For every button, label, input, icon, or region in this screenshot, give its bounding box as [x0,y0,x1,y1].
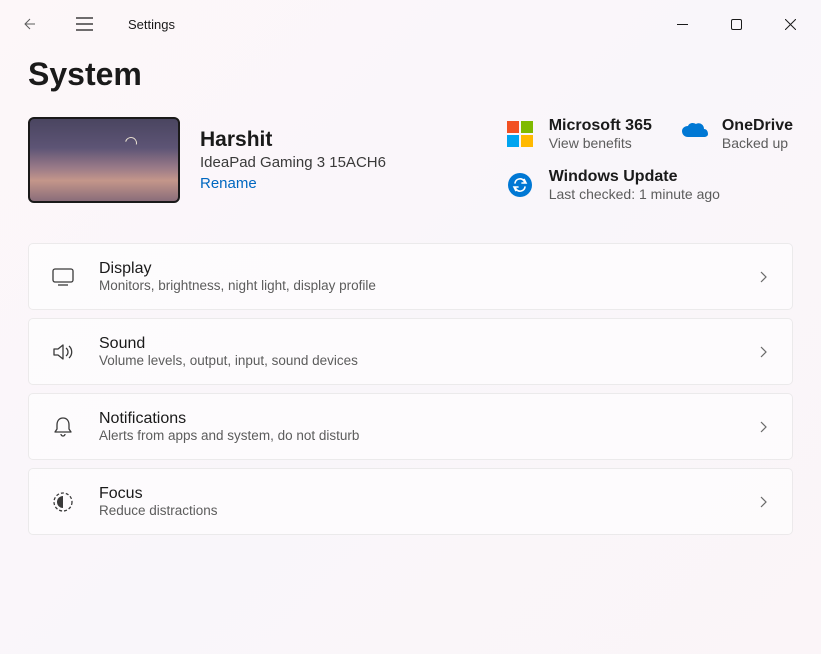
item-title: Sound [99,335,732,353]
status-title: OneDrive [722,117,793,135]
status-windows-update[interactable]: Windows Update Last checked: 1 minute ag… [507,168,793,203]
item-sub: Alerts from apps and system, do not dist… [99,428,732,443]
bell-icon [51,415,75,439]
status-onedrive[interactable]: OneDrive Backed up [680,117,793,152]
minimize-button[interactable] [659,8,705,40]
update-sync-icon [507,172,535,200]
focus-icon [51,490,75,514]
settings-item-notifications[interactable]: Notifications Alerts from apps and syste… [28,393,793,460]
chevron-right-icon [756,495,770,509]
chevron-right-icon [756,270,770,284]
status-sub: Backed up [722,135,793,151]
settings-item-sound[interactable]: Sound Volume levels, output, input, soun… [28,318,793,385]
device-name: Harshit [200,128,386,152]
display-icon [51,265,75,289]
status-title: Microsoft 365 [549,117,652,135]
titlebar: Settings [0,0,821,48]
nav-menu-button[interactable] [64,4,104,44]
close-button[interactable] [767,8,813,40]
minimize-icon [677,19,688,30]
status-microsoft-365[interactable]: Microsoft 365 View benefits [507,117,652,152]
microsoft-logo-icon [507,121,535,149]
item-sub: Reduce distractions [99,503,732,518]
item-sub: Monitors, brightness, night light, displ… [99,278,732,293]
back-arrow-icon [20,16,36,32]
close-icon [785,19,796,30]
app-title: Settings [128,17,175,32]
sound-icon [51,340,75,364]
settings-item-display[interactable]: Display Monitors, brightness, night ligh… [28,243,793,310]
page-title: System [0,48,821,117]
hamburger-icon [76,17,93,31]
status-sub: Last checked: 1 minute ago [549,186,720,202]
device-model: IdeaPad Gaming 3 15ACH6 [200,154,386,171]
item-title: Notifications [99,410,732,428]
settings-list: Display Monitors, brightness, night ligh… [0,243,821,535]
item-title: Focus [99,485,732,503]
back-button[interactable] [8,4,48,44]
maximize-button[interactable] [713,8,759,40]
maximize-icon [731,19,742,30]
chevron-right-icon [756,345,770,359]
rename-link[interactable]: Rename [200,175,386,192]
onedrive-cloud-icon [680,121,708,149]
device-card: Harshit IdeaPad Gaming 3 15ACH6 Rename [28,117,386,203]
device-thumbnail[interactable] [28,117,180,203]
status-sub: View benefits [549,135,652,151]
settings-item-focus[interactable]: Focus Reduce distractions [28,468,793,535]
chevron-right-icon [756,420,770,434]
status-title: Windows Update [549,168,720,186]
item-sub: Volume levels, output, input, sound devi… [99,353,732,368]
item-title: Display [99,260,732,278]
